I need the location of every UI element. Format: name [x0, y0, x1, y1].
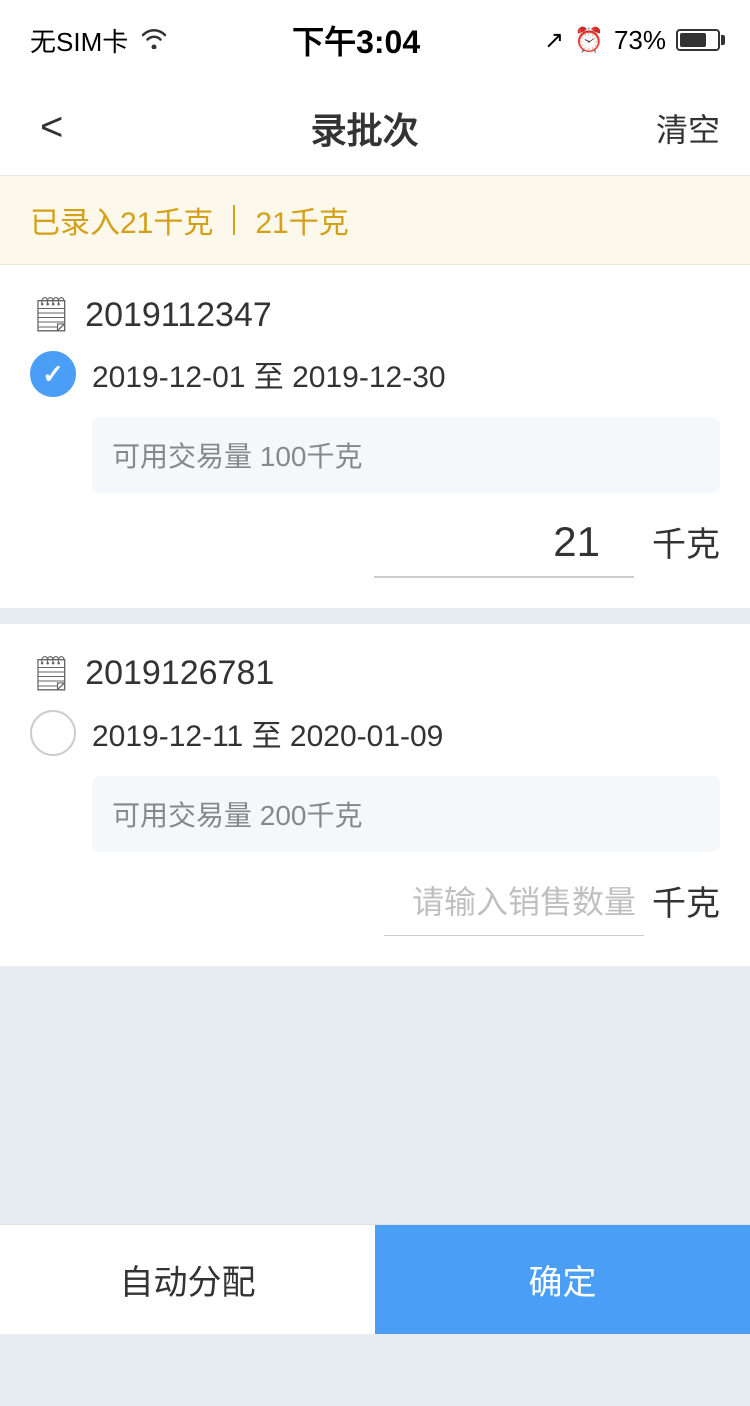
- batch-1-underline: [0, 566, 750, 608]
- status-left: 无SIM卡: [30, 22, 168, 59]
- summary-label: 已录入21千克: [30, 198, 213, 242]
- nav-bar: < 录批次 清空: [0, 80, 750, 176]
- auto-assign-button[interactable]: 自动分配: [0, 1225, 375, 1334]
- confirm-button[interactable]: 确定: [375, 1225, 750, 1334]
- carrier-text: 无SIM卡: [30, 22, 128, 59]
- batch-1-id: 2019112347: [85, 296, 272, 335]
- clear-button[interactable]: 清空: [656, 105, 720, 151]
- batch-2-radio[interactable]: [30, 710, 76, 756]
- batch-1-date-row: 2019-12-01 至 2019-12-30: [30, 351, 720, 397]
- battery-percent: 73%: [614, 25, 666, 56]
- summary-banner: 已录入21千克 21千克: [0, 176, 750, 265]
- batch-item-2: 🗒 2019126781 2019-12-11 至 2020-01-09 可用交…: [0, 624, 750, 852]
- batch-1-amount-unit: 千克: [652, 517, 720, 566]
- alarm-icon: ⏰: [574, 26, 604, 55]
- page-title: 录批次: [311, 102, 419, 154]
- batch-1-icon: 🗒: [30, 295, 73, 335]
- batch-2-input-row: 请输入销售数量 千克: [0, 852, 750, 925]
- batch-1-header: 🗒 2019112347: [30, 295, 720, 335]
- batch-1-date: 2019-12-01 至 2019-12-30: [92, 352, 446, 396]
- batch-2-available-text: 可用交易量 200千克: [112, 800, 363, 831]
- batch-1-available-text: 可用交易量 100千克: [112, 441, 363, 472]
- batch-2-date-row: 2019-12-11 至 2020-01-09: [30, 710, 720, 756]
- batch-2-input-placeholder[interactable]: 请输入销售数量: [30, 877, 636, 923]
- batch-1-amount-row: 21 千克: [0, 493, 750, 566]
- batch-2-header: 🗒 2019126781: [30, 654, 720, 694]
- section-separator-1: [0, 608, 750, 624]
- bottom-bar: 自动分配 确定: [0, 1224, 750, 1334]
- summary-divider: [233, 205, 235, 235]
- batch-2-available: 可用交易量 200千克: [92, 776, 720, 852]
- batch-1-available: 可用交易量 100千克: [92, 417, 720, 493]
- status-time: 下午3:04: [292, 17, 420, 63]
- batch-1-amount-value[interactable]: 21: [553, 518, 600, 566]
- wifi-icon: [140, 25, 168, 56]
- status-right: ↗ ⏰ 73%: [544, 25, 720, 56]
- empty-area: [0, 966, 750, 1406]
- batch-item-1: 🗒 2019112347 2019-12-01 至 2019-12-30 可用交…: [0, 265, 750, 493]
- location-icon: ↗: [544, 26, 564, 55]
- battery-icon: [676, 29, 720, 51]
- batch-2-underline: [0, 925, 750, 967]
- batch-2-id: 2019126781: [85, 654, 274, 693]
- batch-1-radio[interactable]: [30, 351, 76, 397]
- back-button[interactable]: <: [30, 95, 73, 160]
- summary-value: 21千克: [255, 198, 348, 242]
- batch-2-icon: 🗒: [30, 654, 73, 694]
- batch-2-input-unit: 千克: [652, 876, 720, 925]
- status-bar: 无SIM卡 下午3:04 ↗ ⏰ 73%: [0, 0, 750, 80]
- batch-2-date: 2019-12-11 至 2020-01-09: [92, 711, 443, 755]
